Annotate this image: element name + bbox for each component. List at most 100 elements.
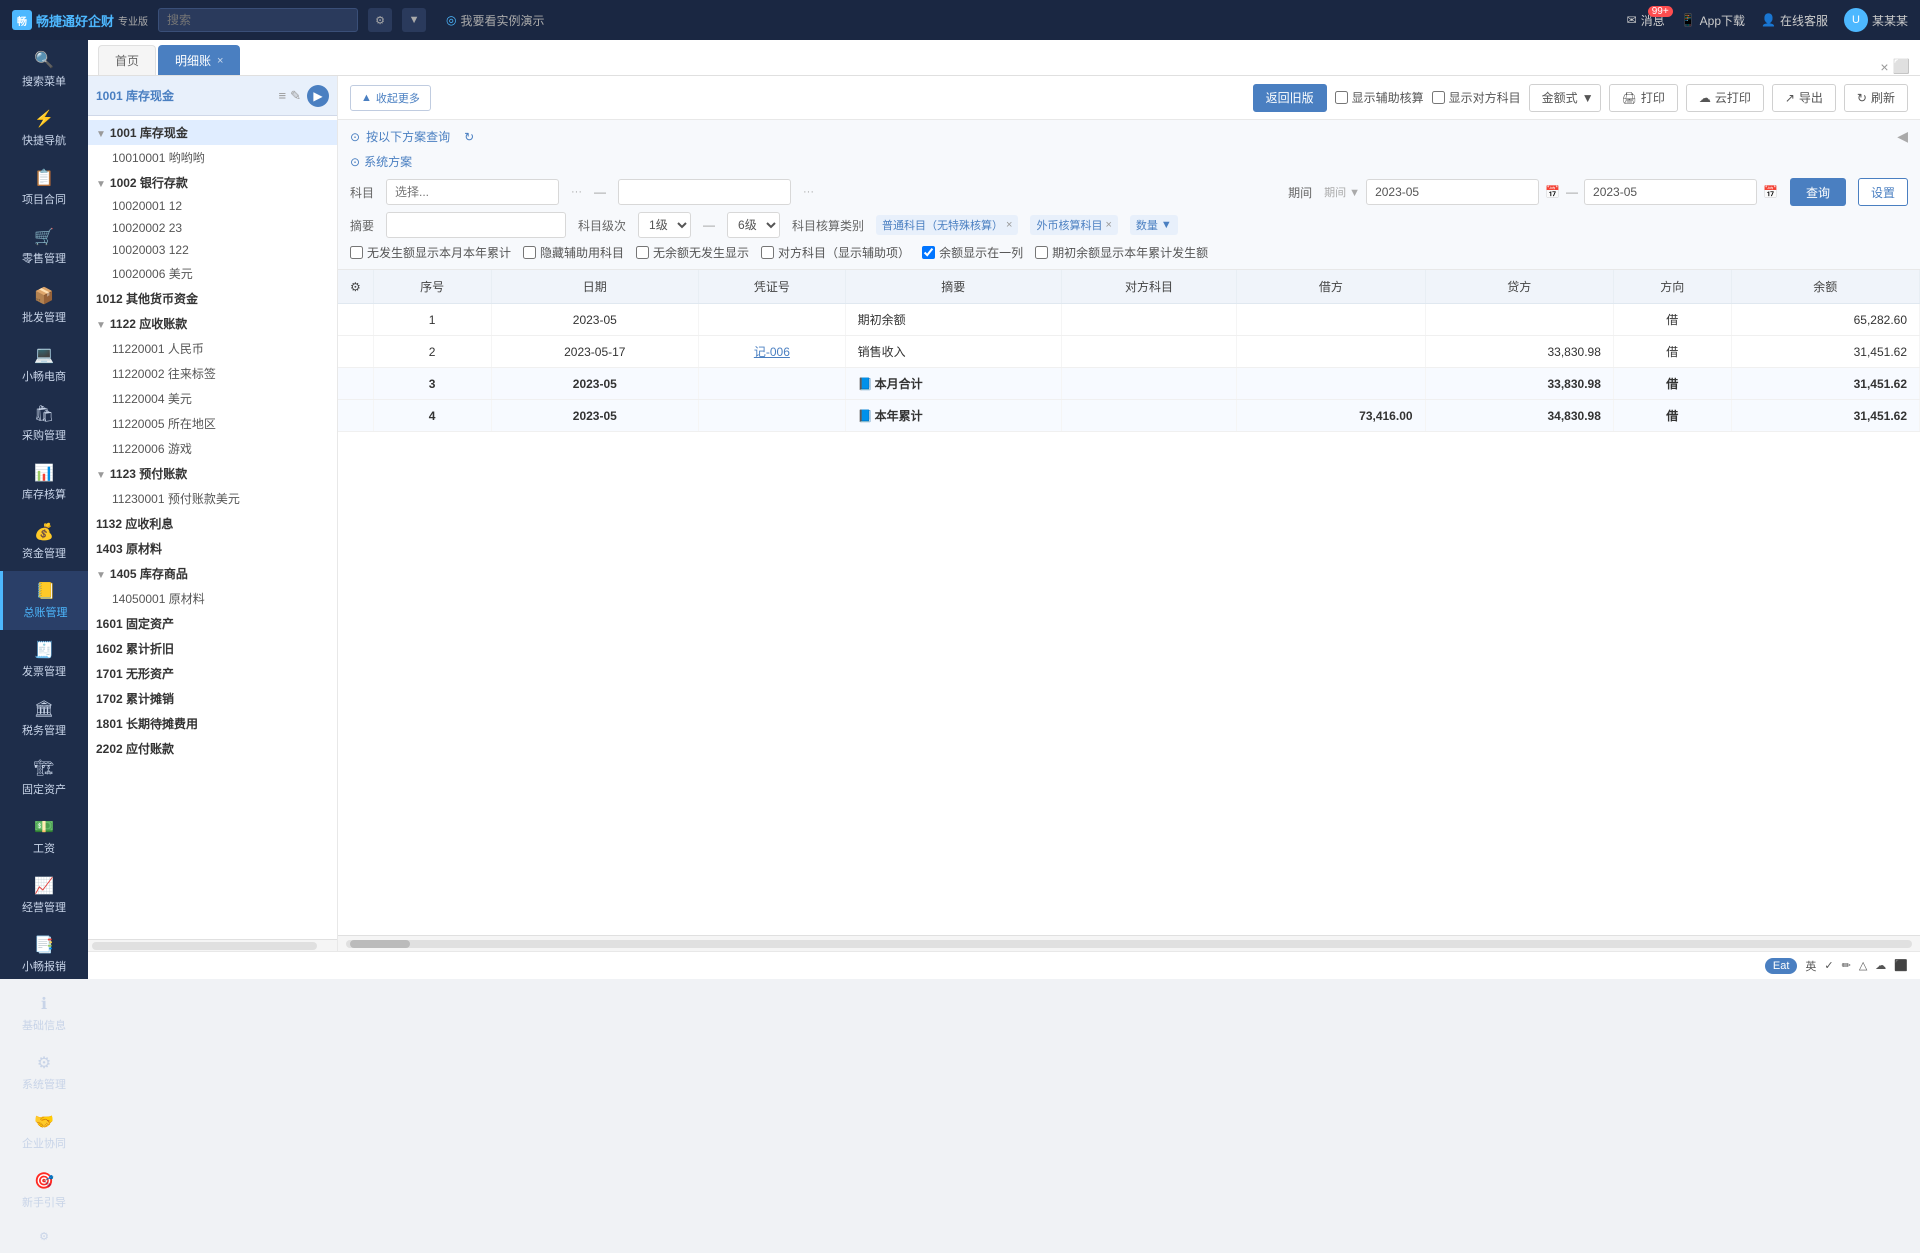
subject-type-tag-close[interactable]: × (1006, 219, 1012, 231)
tree-item-1122[interactable]: ▼1122 应收账款 (88, 311, 337, 336)
sidebar-item-inventory[interactable]: 📊 库存核算 (0, 453, 88, 512)
sidebar-settings-btn[interactable]: ⚙ (0, 1220, 88, 1253)
tree-item-10020001[interactable]: 10020001 12 (88, 195, 337, 217)
tree-item-1702[interactable]: 1702 累计摊销 (88, 686, 337, 711)
bottom-scrollbar[interactable] (338, 935, 1920, 951)
show-aux-check[interactable]: 显示辅助核算 (1335, 89, 1424, 106)
status-cloud-icon[interactable]: ☁ (1875, 959, 1886, 972)
show-contra-checkbox[interactable] (1432, 91, 1445, 104)
check-contra-hint[interactable]: 对方科目（显示辅助项） (761, 244, 910, 261)
check-no-occur[interactable]: 无发生额显示本月本年累计 (350, 244, 511, 261)
sidebar-item-invoice[interactable]: 🧾 发票管理 (0, 630, 88, 689)
period-from-input[interactable] (1366, 179, 1539, 205)
summary-input[interactable] (386, 212, 566, 238)
check-hide-aux[interactable]: 隐藏辅助用科目 (523, 244, 624, 261)
check-contra-hint-input[interactable] (761, 246, 774, 259)
foreign-currency-tag[interactable]: 外币核算科目 × (1030, 215, 1117, 235)
sidebar-item-operations[interactable]: 📈 经营管理 (0, 866, 88, 925)
query-btn[interactable]: 查询 (1790, 178, 1846, 206)
sidebar-item-sales[interactable]: 📑 小畅报销 (0, 925, 88, 984)
account-scroll-bar[interactable] (88, 939, 337, 951)
sidebar-item-base-info[interactable]: ℹ 基础信息 (0, 984, 88, 1043)
app-download-btn[interactable]: 📱 App下载 (1681, 12, 1745, 29)
tree-edit-btn[interactable]: ✎ (290, 88, 301, 104)
show-contra-check[interactable]: 显示对方科目 (1432, 89, 1521, 106)
sidebar-item-wholesale[interactable]: 📦 批发管理 (0, 276, 88, 335)
tree-item-1132[interactable]: 1132 应收利息 (88, 511, 337, 536)
period-cal-icon-to[interactable]: 📅 (1763, 185, 1778, 199)
check-no-balance[interactable]: 无余额无发生显示 (636, 244, 749, 261)
status-lang-btn[interactable]: 英 (1805, 958, 1816, 974)
tab-home[interactable]: 首页 (98, 45, 156, 75)
tree-item-10020002[interactable]: 10020002 23 (88, 217, 337, 239)
cell-voucher-2[interactable]: 记-006 (699, 336, 846, 368)
sidebar-item-retail[interactable]: 🛒 零售管理 (0, 217, 88, 276)
sidebar-item-coop[interactable]: 🤝 企业协同 (0, 1102, 88, 1161)
currency-mode-btn[interactable]: 金额式 ▼ (1529, 84, 1601, 112)
status-eat-btn[interactable]: Eat (1765, 958, 1798, 974)
tab-close-btn[interactable]: × (217, 55, 223, 67)
sidebar-item-finance[interactable]: 💰 资金管理 (0, 512, 88, 571)
tree-item-10010001[interactable]: 10010001 哟哟哟 (88, 145, 337, 170)
tree-item-1701[interactable]: 1701 无形资产 (88, 661, 337, 686)
level-to-select[interactable]: 6级 (727, 212, 780, 238)
status-square-icon[interactable]: ⬛ (1894, 959, 1908, 972)
level-from-select[interactable]: 1级 (638, 212, 691, 238)
check-show-one-row[interactable]: 余额显示在一列 (922, 244, 1023, 261)
scrollbar-track[interactable] (346, 940, 1912, 948)
sidebar-item-project[interactable]: 📋 项目合同 (0, 158, 88, 217)
quantity-tag[interactable]: 数量 ▼ (1130, 215, 1178, 235)
status-edit-icon[interactable]: ✏ (1842, 959, 1851, 972)
settings-btn[interactable]: ⚙ (368, 8, 392, 32)
subject-type-tag[interactable]: 普通科目（无特殊核算） × (876, 215, 1018, 235)
check-hide-aux-input[interactable] (523, 246, 536, 259)
tree-item-10020006[interactable]: 10020006 美元 (88, 261, 337, 286)
export-btn[interactable]: ↗ 导出 (1772, 84, 1836, 112)
sidebar-item-quick-nav[interactable]: ⚡ 快捷导航 (0, 99, 88, 158)
tree-item-11230001[interactable]: 11230001 预付账款美元 (88, 486, 337, 511)
tree-item-1123[interactable]: ▼1123 预付账款 (88, 461, 337, 486)
sidebar-item-purchase[interactable]: 🛍 采购管理 (0, 394, 88, 453)
refresh-btn[interactable]: ↻ 刷新 (1844, 84, 1908, 112)
tree-item-14050001[interactable]: 14050001 原材料 (88, 586, 337, 611)
sidebar-item-payroll[interactable]: 💵 工资 (0, 807, 88, 866)
period-to-input[interactable] (1584, 179, 1757, 205)
tree-item-11220002[interactable]: 11220002 往来标签 (88, 361, 337, 386)
online-service-btn[interactable]: 👤 在线客服 (1761, 12, 1828, 29)
expand-btn[interactable]: ▼ (402, 8, 426, 32)
print-btn[interactable]: 🖨 打印 (1609, 84, 1678, 112)
tree-item-1801[interactable]: 1801 长期待摊费用 (88, 711, 337, 736)
sidebar-item-guide[interactable]: 🎯 新手引导 (0, 1161, 88, 1220)
sidebar-item-tax[interactable]: 🏛 税务管理 (0, 689, 88, 748)
check-show-ytd-input[interactable] (1035, 246, 1048, 259)
collapse-right-btn[interactable]: ◀ (1897, 128, 1908, 145)
tree-item-10020003[interactable]: 10020003 122 (88, 239, 337, 261)
tree-item-1403[interactable]: 1403 原材料 (88, 536, 337, 561)
tree-item-11220006[interactable]: 11220006 游戏 (88, 436, 337, 461)
tree-item-11220001[interactable]: 11220001 人民币 (88, 336, 337, 361)
tree-item-11220004[interactable]: 11220004 美元 (88, 386, 337, 411)
user-menu-btn[interactable]: U 某某某 (1844, 8, 1908, 32)
check-show-ytd[interactable]: 期初余额显示本年累计发生额 (1035, 244, 1208, 261)
global-search-input[interactable] (158, 8, 358, 32)
status-check-icon[interactable]: ✓ (1824, 959, 1833, 972)
sidebar-item-fixed-assets[interactable]: 🏗 固定资产 (0, 748, 88, 807)
tree-item-1601[interactable]: 1601 固定资产 (88, 611, 337, 636)
period-cal-icon-from[interactable]: 📅 (1545, 185, 1560, 199)
cloud-print-btn[interactable]: ☁ 云打印 (1686, 84, 1764, 112)
tree-item-11220005[interactable]: 11220005 所在地区 (88, 411, 337, 436)
tree-item-1012[interactable]: 1012 其他货币资金 (88, 286, 337, 311)
sidebar-item-search-menu[interactable]: 🔍 搜索菜单 (0, 40, 88, 99)
account-nav-btn[interactable]: ▶ (307, 85, 329, 107)
tree-item-1602[interactable]: 1602 累计折旧 (88, 636, 337, 661)
col-settings[interactable]: ⚙ (338, 270, 373, 304)
check-no-occur-input[interactable] (350, 246, 363, 259)
sidebar-item-sys-mgmt[interactable]: ⚙ 系统管理 (0, 1043, 88, 1102)
show-aux-checkbox[interactable] (1335, 91, 1348, 104)
collapse-more-btn[interactable]: ▲ 收起更多 (350, 85, 431, 111)
tree-item-1002[interactable]: ▼1002 银行存款 (88, 170, 337, 195)
tab-close-all-btn[interactable]: × ⬜ (1880, 58, 1910, 75)
tree-item-1001[interactable]: ▼1001 库存现金 (88, 120, 337, 145)
back-old-btn[interactable]: 返回旧版 (1253, 84, 1327, 112)
demo-link[interactable]: ◎ 我要看实例演示 (446, 12, 545, 29)
